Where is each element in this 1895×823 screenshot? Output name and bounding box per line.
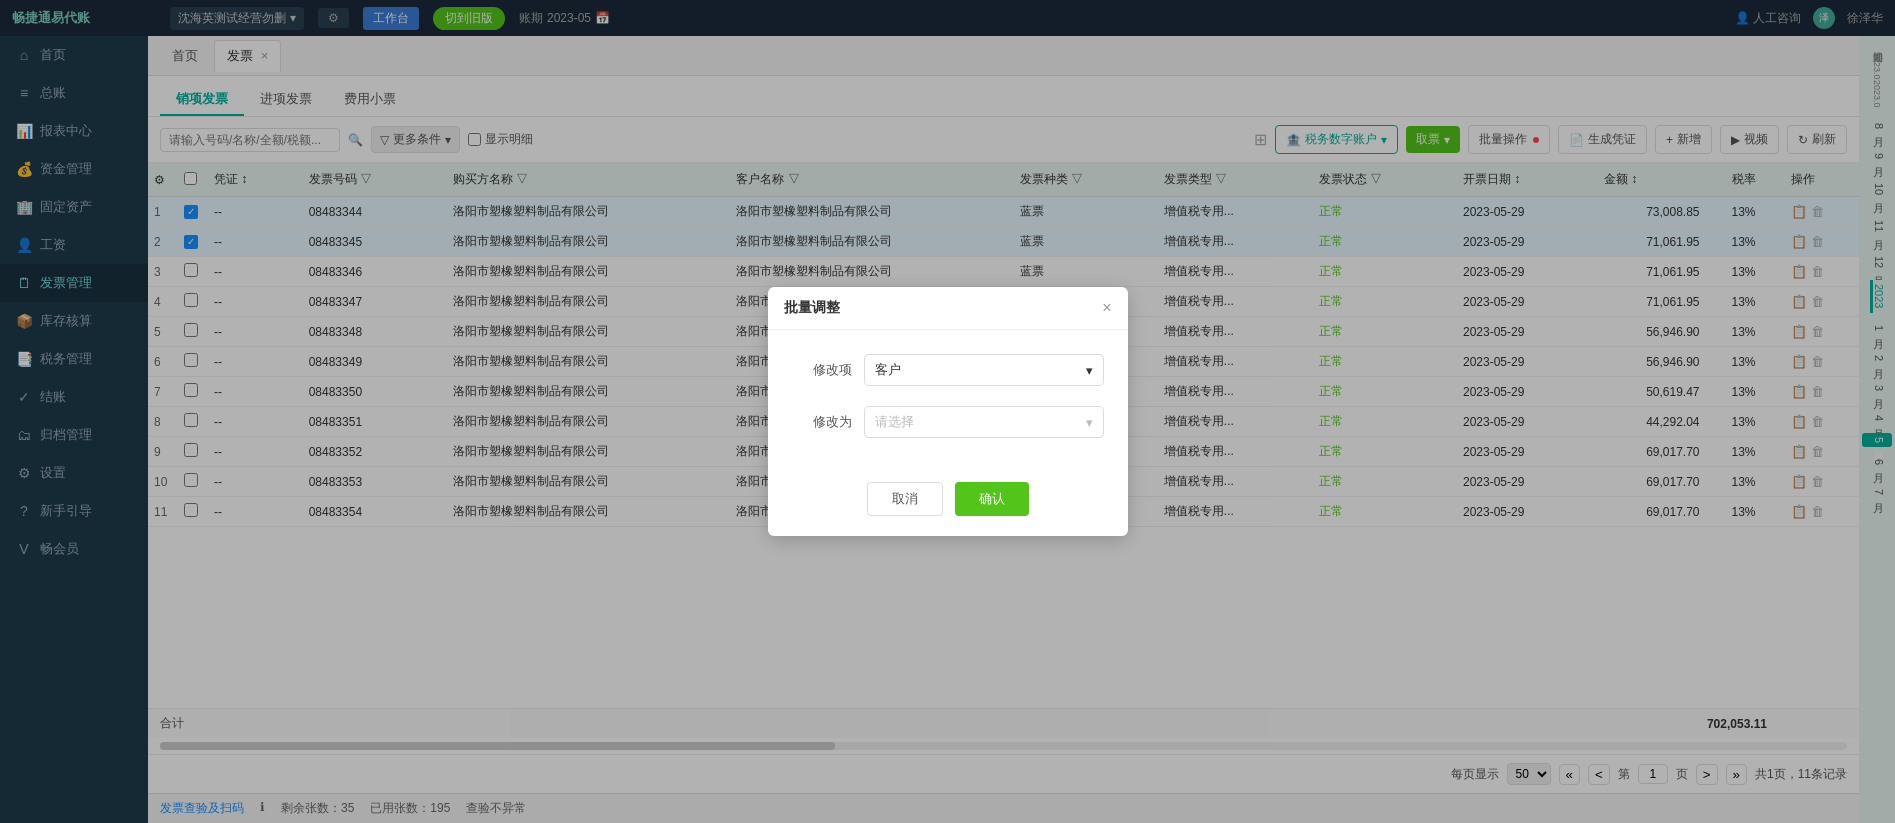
modal-title: 批量调整 xyxy=(784,299,840,317)
field-label: 修改项 xyxy=(792,361,852,379)
form-row-field: 修改项 客户 ▾ xyxy=(792,354,1104,386)
field-select[interactable]: 客户 ▾ xyxy=(864,354,1104,386)
chevron-down-icon: ▾ xyxy=(1086,363,1093,378)
modal-header: 批量调整 × xyxy=(768,287,1128,330)
cancel-button[interactable]: 取消 xyxy=(867,482,943,516)
modal-body: 修改项 客户 ▾ 修改为 请选择 ▾ xyxy=(768,330,1128,474)
chevron-down-icon: ▾ xyxy=(1086,415,1093,430)
value-select[interactable]: 请选择 ▾ xyxy=(864,406,1104,438)
modal-overlay: 批量调整 × 修改项 客户 ▾ 修改为 请选择 ▾ 取消 确认 xyxy=(0,0,1895,823)
modal-footer: 取消 确认 xyxy=(768,474,1128,536)
form-row-value: 修改为 请选择 ▾ xyxy=(792,406,1104,438)
value-label: 修改为 xyxy=(792,413,852,431)
close-icon[interactable]: × xyxy=(1102,299,1111,317)
value-placeholder: 请选择 xyxy=(875,413,914,431)
batch-adjust-modal: 批量调整 × 修改项 客户 ▾ 修改为 请选择 ▾ 取消 确认 xyxy=(768,287,1128,536)
confirm-button[interactable]: 确认 xyxy=(955,482,1029,516)
field-value: 客户 xyxy=(875,361,901,379)
